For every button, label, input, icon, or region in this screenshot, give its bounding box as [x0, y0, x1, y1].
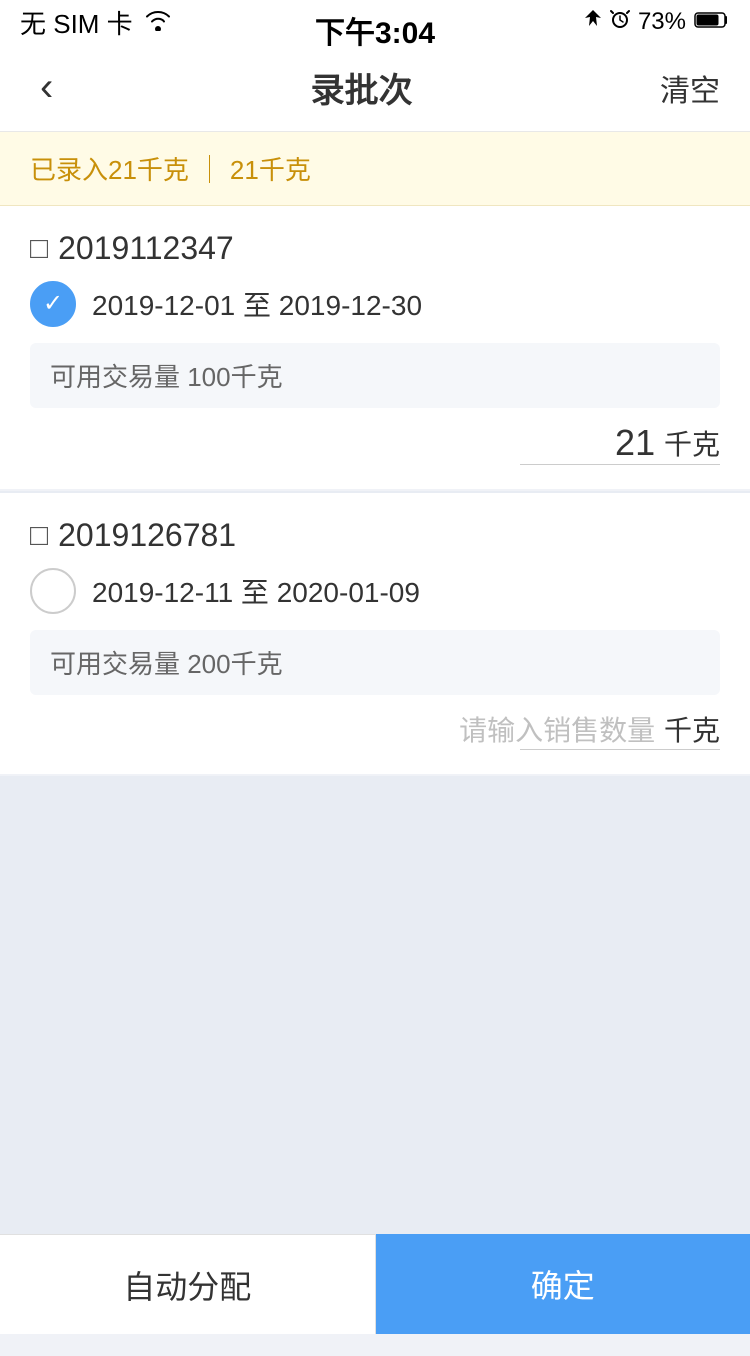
- clear-button[interactable]: 清空: [660, 66, 720, 110]
- battery-label: 73%: [638, 8, 686, 36]
- date-range-1: 2019-12-01 至 2019-12-30: [92, 284, 422, 324]
- no-sim-label: 无 SIM 卡: [20, 4, 133, 41]
- input-unit-2: 千克: [664, 709, 720, 749]
- date-row-2[interactable]: 2019-12-11 至 2020-01-09: [30, 568, 720, 614]
- nav-bar: ‹ 录批次 清空: [0, 44, 750, 132]
- page-title: 录批次: [311, 63, 413, 112]
- quantity-section-1: 21 千克: [0, 408, 750, 489]
- available-box-2: 可用交易量 200千克: [30, 630, 720, 695]
- gray-area: [0, 776, 750, 1256]
- batch-id-1: 2019112347: [58, 230, 234, 267]
- date-range-2: 2019-12-11 至 2020-01-09: [92, 571, 420, 611]
- batch-id-2: 2019126781: [58, 517, 236, 554]
- auto-distribute-button[interactable]: 自动分配: [0, 1234, 376, 1334]
- status-bar: 无 SIM 卡 下午3:04 73%: [0, 0, 750, 44]
- quantity-value-1: 21: [615, 422, 655, 464]
- input-placeholder-2: 请输入销售数量: [459, 709, 655, 749]
- batch-card-1: □ 2019112347 ✓ 2019-12-01 至 2019-12-30 可…: [0, 206, 750, 489]
- alarm-icon: [610, 8, 630, 37]
- info-banner: 已录入21千克 21千克: [0, 132, 750, 206]
- back-button[interactable]: ‹: [30, 55, 63, 120]
- bottom-bar: 自动分配 确定: [0, 1234, 750, 1334]
- radio-2[interactable]: [30, 568, 76, 614]
- status-time: 下午3:04: [315, 8, 435, 52]
- info-divider: [209, 155, 210, 183]
- input-inner-2: 请输入销售数量 千克: [0, 695, 750, 749]
- batch-card-2: □ 2019126781 2019-12-11 至 2020-01-09 可用交…: [0, 493, 750, 774]
- batch-id-row-1: □ 2019112347: [30, 230, 720, 267]
- status-right: 73%: [584, 8, 730, 37]
- confirm-button[interactable]: 确定: [376, 1234, 750, 1334]
- radio-1[interactable]: ✓: [30, 281, 76, 327]
- available-box-1: 可用交易量 100千克: [30, 343, 720, 408]
- available-text-2: 可用交易量 200千克: [50, 649, 283, 679]
- input-section-2: 请输入销售数量 千克: [0, 695, 750, 774]
- location-icon: [584, 8, 602, 36]
- batch-icon-1: □: [30, 232, 48, 266]
- info-label: 已录入21千克: [30, 150, 189, 187]
- status-left: 无 SIM 卡: [20, 4, 173, 41]
- available-text-1: 可用交易量 100千克: [50, 362, 283, 392]
- wifi-icon: [143, 7, 173, 38]
- date-row-1[interactable]: ✓ 2019-12-01 至 2019-12-30: [30, 281, 720, 327]
- check-icon-1: ✓: [43, 292, 63, 316]
- info-amount: 21千克: [230, 150, 311, 187]
- battery-icon: [694, 8, 730, 36]
- batch-icon-2: □: [30, 519, 48, 553]
- quantity-inner-1: 21 千克: [0, 408, 750, 464]
- batch-id-row-2: □ 2019126781: [30, 517, 720, 554]
- quantity-unit-1: 千克: [664, 423, 720, 463]
